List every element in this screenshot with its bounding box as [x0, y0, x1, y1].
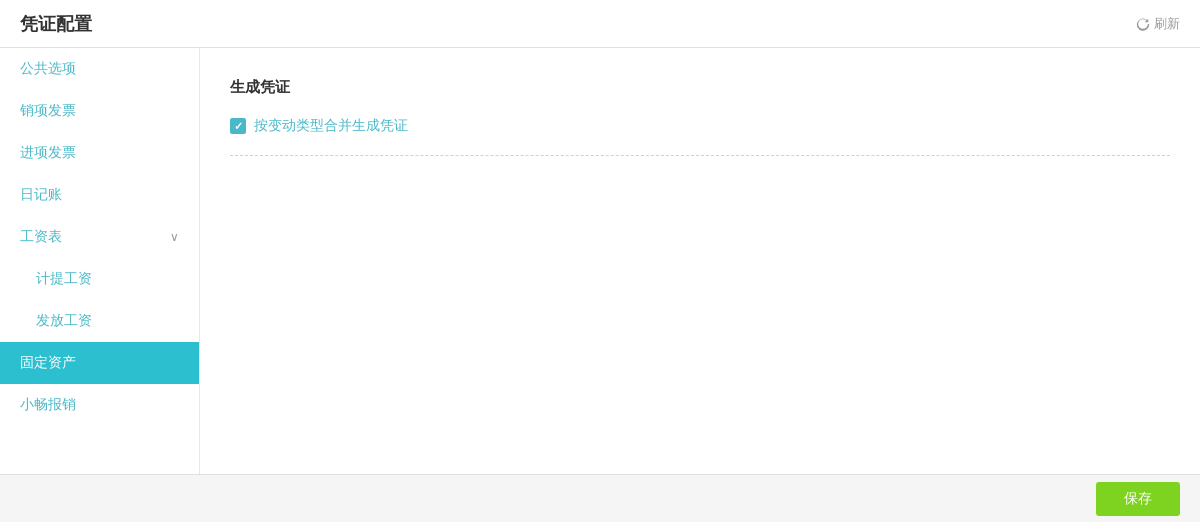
refresh-label: 刷新 — [1154, 15, 1180, 33]
sidebar-item-fixed-assets-label: 固定资产 — [20, 354, 76, 372]
header: 凭证配置 刷新 — [0, 0, 1200, 48]
merge-voucher-checkbox[interactable] — [230, 118, 246, 134]
merge-voucher-label: 按变动类型合并生成凭证 — [254, 117, 408, 135]
sidebar-item-purchase-invoice-label: 进项发票 — [20, 144, 76, 162]
body: 公共选项 销项发票 进项发票 日记账 工资表 ∨ 计提工资 发放工资 固定资 — [0, 48, 1200, 474]
sidebar-item-public-label: 公共选项 — [20, 60, 76, 78]
save-button[interactable]: 保存 — [1096, 482, 1180, 516]
chevron-down-icon: ∨ — [170, 230, 179, 244]
sidebar-item-payroll-distribute[interactable]: 发放工资 — [0, 300, 199, 342]
sidebar-item-payroll-provision-label: 计提工资 — [36, 270, 92, 288]
main-content: 生成凭证 按变动类型合并生成凭证 — [200, 48, 1200, 474]
sidebar-item-payroll-label: 工资表 — [20, 228, 62, 246]
app-container: 凭证配置 刷新 公共选项 销项发票 进项发票 日记账 工资表 — [0, 0, 1200, 522]
sidebar-item-journal[interactable]: 日记账 — [0, 174, 199, 216]
page-title: 凭证配置 — [20, 12, 92, 36]
sidebar-item-sales-invoice[interactable]: 销项发票 — [0, 90, 199, 132]
sidebar-item-purchase-invoice[interactable]: 进项发票 — [0, 132, 199, 174]
sidebar-item-fixed-assets[interactable]: 固定资产 — [0, 342, 199, 384]
checkbox-row: 按变动类型合并生成凭证 — [230, 117, 1170, 135]
sidebar-item-public[interactable]: 公共选项 — [0, 48, 199, 90]
sidebar-item-journal-label: 日记账 — [20, 186, 62, 204]
sidebar-item-payroll[interactable]: 工资表 ∨ — [0, 216, 199, 258]
sidebar-item-payroll-distribute-label: 发放工资 — [36, 312, 92, 330]
sidebar-item-payroll-provision[interactable]: 计提工资 — [0, 258, 199, 300]
sidebar: 公共选项 销项发票 进项发票 日记账 工资表 ∨ 计提工资 发放工资 固定资 — [0, 48, 200, 474]
refresh-icon — [1136, 17, 1150, 31]
sidebar-item-expense[interactable]: 小畅报销 — [0, 384, 199, 426]
footer: 保存 — [0, 474, 1200, 522]
sidebar-item-expense-label: 小畅报销 — [20, 396, 76, 414]
section-title: 生成凭证 — [230, 78, 1170, 97]
refresh-button[interactable]: 刷新 — [1136, 15, 1180, 33]
sidebar-item-sales-invoice-label: 销项发票 — [20, 102, 76, 120]
section-divider — [230, 155, 1170, 156]
